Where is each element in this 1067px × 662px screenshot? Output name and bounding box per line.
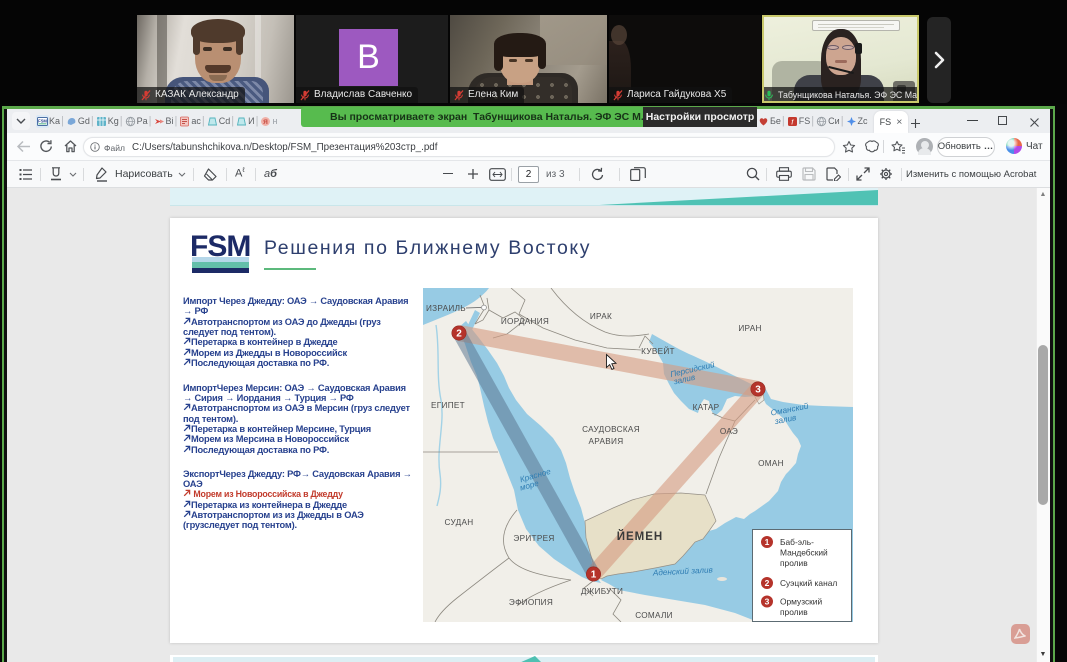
svg-text:ДЖИБУТИ: ДЖИБУТИ: [581, 587, 623, 596]
svg-text:ИОРДАНИЯ: ИОРДАНИЯ: [501, 317, 549, 326]
svg-text:1: 1: [591, 570, 597, 581]
svg-text:Суэцкий канал: Суэцкий канал: [780, 578, 837, 588]
svg-text:3: 3: [765, 597, 770, 607]
svg-text:КАТАР: КАТАР: [693, 403, 720, 412]
svg-text:ИРАК: ИРАК: [590, 312, 612, 321]
svg-text:2: 2: [456, 329, 462, 340]
svg-text:ОАЭ: ОАЭ: [720, 427, 738, 436]
svg-text:ЕГИПЕТ: ЕГИПЕТ: [431, 401, 465, 410]
svg-text:1: 1: [765, 537, 770, 547]
svg-text:ЙЕМЕН: ЙЕМЕН: [617, 530, 664, 543]
svg-text:ƒ: ƒ: [791, 119, 794, 125]
svg-text:3: 3: [755, 385, 761, 396]
svg-text:Ормузский: Ормузский: [780, 597, 822, 607]
svg-text:СУДАН: СУДАН: [445, 518, 474, 527]
svg-text:Мандебский: Мандебский: [780, 548, 828, 558]
svg-text:пролив: пролив: [780, 558, 808, 568]
svg-text:2: 2: [765, 578, 770, 588]
svg-text:Баб-эль-: Баб-эль-: [780, 537, 814, 547]
svg-text:ИЗРАИЛЬ: ИЗРАИЛЬ: [426, 304, 466, 313]
svg-text:FSM: FSM: [38, 118, 47, 123]
svg-text:ЭФИОПИЯ: ЭФИОПИЯ: [509, 598, 553, 607]
svg-text:КУВЕЙТ: КУВЕЙТ: [641, 345, 675, 356]
svg-text:Я: Я: [264, 118, 269, 125]
svg-text:АРАВИЯ: АРАВИЯ: [589, 437, 624, 446]
svg-text:САУДОВСКАЯ: САУДОВСКАЯ: [582, 425, 640, 434]
svg-text:ИРАН: ИРАН: [738, 324, 761, 333]
svg-text:пролив: пролив: [780, 607, 808, 617]
svg-text:ЭРИТРЕЯ: ЭРИТРЕЯ: [513, 534, 554, 543]
svg-text:СОМАЛИ: СОМАЛИ: [635, 611, 673, 620]
svg-text:ОМАН: ОМАН: [758, 459, 784, 468]
